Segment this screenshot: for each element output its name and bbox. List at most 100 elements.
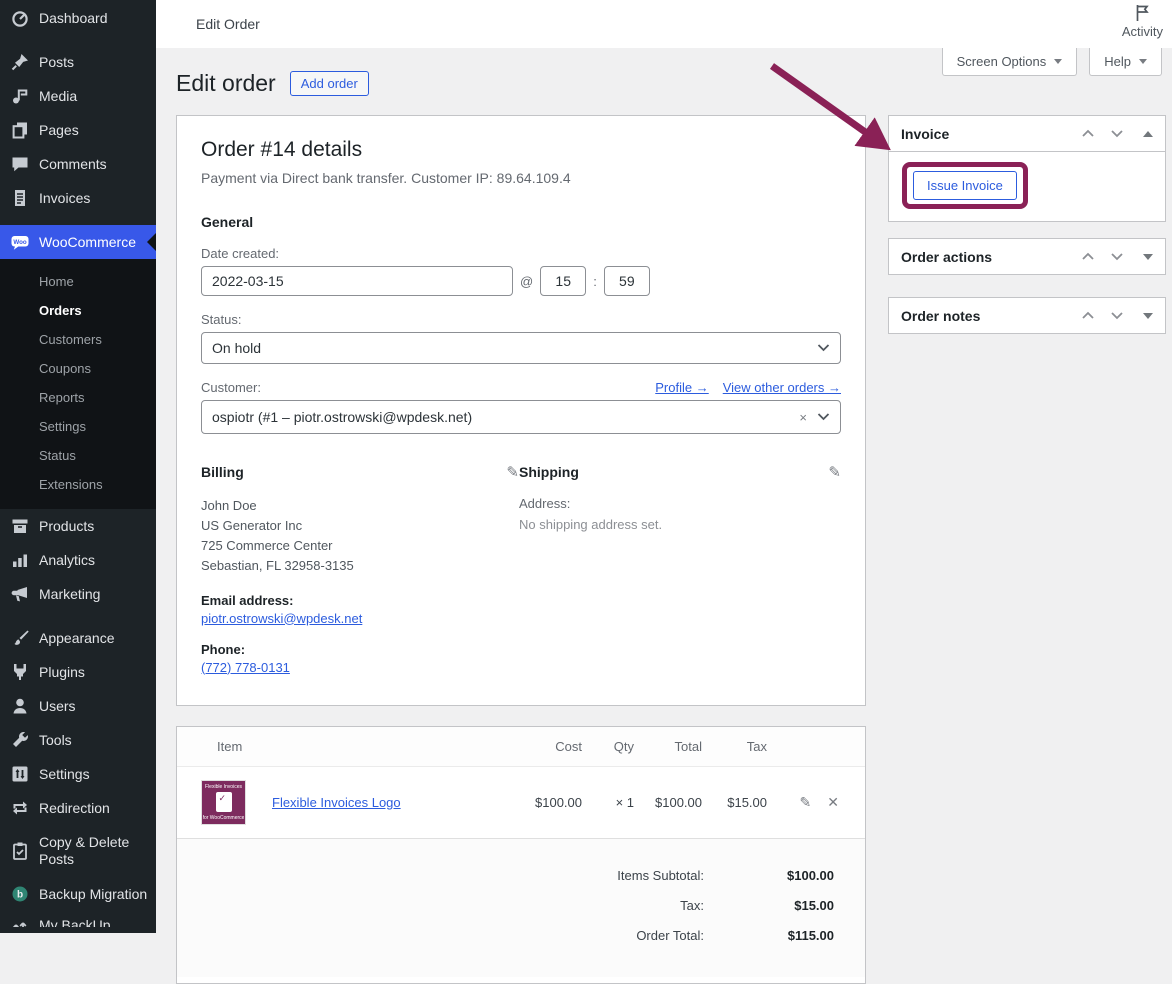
sidebar-item-woocommerce[interactable]: Woo WooCommerce [0,225,156,259]
sidebar-item-analytics[interactable]: Analytics [0,543,156,577]
screen-options-tab[interactable]: Screen Options [941,48,1078,76]
subtotal-label: Items Subtotal: [617,868,704,884]
media-icon [10,86,30,106]
sidebar-item-comments[interactable]: Comments [0,147,156,181]
sidebar-item-media[interactable]: Media [0,79,156,113]
billing-phone-link[interactable]: (772) 778-0131 [201,660,290,675]
expand-toggle-icon[interactable] [1143,253,1153,260]
clipboard-icon [10,841,30,861]
col-tax: Tax [746,738,767,754]
item-name-link[interactable]: Flexible Invoices Logo [272,795,401,810]
submenu-item-coupons[interactable]: Coupons [0,354,156,383]
sidebar-item-tools[interactable]: Tools [0,723,156,757]
clear-selection-icon[interactable]: × [799,410,807,425]
item-qty: × 1 [615,794,634,810]
megaphone-icon [10,584,30,604]
collapse-toggle-icon[interactable] [1143,130,1153,137]
sidebar-item-users[interactable]: Users [0,689,156,723]
move-up-icon[interactable] [1081,252,1095,261]
customer-label: Customer: [201,380,261,395]
submenu-item-reports[interactable]: Reports [0,383,156,412]
status-select[interactable]: On hold [201,332,841,364]
order-actions-header[interactable]: Order actions [889,239,1165,274]
sidebar-item-appearance[interactable]: Appearance [0,621,156,655]
top-bar: Edit Order Activity [156,0,1172,48]
sidebar-item-products[interactable]: Products [0,509,156,543]
product-thumbnail[interactable]: Flexible Invoices for WooCommerce [201,779,246,825]
invoice-postbox-header[interactable]: Invoice [889,116,1165,151]
col-cost: Cost [555,738,582,754]
move-up-icon[interactable] [1081,129,1095,138]
activity-label: Activity [1121,24,1163,39]
sidebar-item-dashboard[interactable]: Dashboard [0,0,156,35]
tax-label: Tax: [680,898,704,914]
user-icon [10,696,30,716]
annotation-highlight-box: Issue Invoice [902,162,1028,209]
edit-item-icon[interactable]: ✎ [800,794,812,811]
at-separator: @ [520,273,534,289]
chevron-down-icon [817,413,830,421]
col-total: Total [674,738,702,754]
billing-email-link[interactable]: piotr.ostrowski@wpdesk.net [201,611,362,626]
order-actions-postbox: Order actions [888,238,1166,275]
redirect-icon [10,798,30,818]
svg-text:Woo: Woo [13,239,27,246]
move-down-icon[interactable] [1110,129,1124,138]
submenu-item-customers[interactable]: Customers [0,325,156,354]
profile-link[interactable]: Profile → [655,380,708,395]
sidebar-item-posts[interactable]: Posts [0,45,156,79]
view-other-orders-link[interactable]: View other orders → [723,380,841,395]
billing-name: John Doe [201,498,257,513]
help-tab[interactable]: Help [1089,48,1162,76]
chevron-down-icon [817,344,830,352]
general-heading: General [201,214,254,230]
comment-icon [10,154,30,174]
phone-label: Phone: [201,641,246,657]
hour-input[interactable] [540,266,587,296]
sidebar-item-plugins[interactable]: Plugins [0,655,156,689]
submenu-item-orders[interactable]: Orders [0,296,156,325]
page-breadcrumb: Edit Order [196,16,260,32]
sidebar-item-clipped[interactable]: My BackUp [0,911,156,927]
order-items-panel: Item Cost Qty Total Tax Flexible Invoice… [176,725,866,984]
edit-billing-icon[interactable]: ✎ [506,465,519,480]
order-notes-header[interactable]: Order notes [889,298,1165,333]
sidebar-item-pages[interactable]: Pages [0,113,156,147]
wrench-icon [10,730,30,750]
expand-toggle-icon[interactable] [1143,312,1153,319]
svg-text:b: b [17,890,23,901]
add-order-button[interactable]: Add order [289,71,369,96]
sidebar-item-settings[interactable]: Settings [0,757,156,791]
move-down-icon[interactable] [1110,252,1124,261]
no-shipping-text: No shipping address set. [519,517,663,532]
sidebar-item-backup-migration[interactable]: b Backup Migration [0,877,156,911]
sidebar-item-redirection[interactable]: Redirection [0,791,156,825]
date-created-input[interactable] [201,266,513,296]
order-total-label: Order Total: [636,928,704,944]
order-details-panel: Order #14 details Payment via Direct ban… [176,115,866,706]
activity-button[interactable]: Activity [1122,3,1163,39]
billing-address1: 725 Commerce Center [201,538,333,554]
move-down-icon[interactable] [1110,311,1124,320]
minute-input[interactable] [603,266,650,296]
email-label: Email address: [201,592,294,608]
sidebar-item-copy-delete-posts[interactable]: Copy & Delete Posts [0,825,156,877]
submenu-item-settings[interactable]: Settings [0,412,156,441]
customer-select[interactable]: ospiotr (#1 – piotr.ostrowski@wpdesk.net… [201,400,841,434]
item-total: $100.00 [655,794,702,810]
sidebar-item-marketing[interactable]: Marketing [0,577,156,611]
menu-separator [0,35,156,45]
items-table-header: Item Cost Qty Total Tax [177,726,865,767]
products-icon [10,516,30,536]
edit-shipping-icon[interactable]: ✎ [828,465,841,480]
submenu-item-home[interactable]: Home [0,267,156,296]
submenu-item-status[interactable]: Status [0,441,156,470]
chevron-down-icon [1054,59,1063,64]
pages-icon [10,120,30,140]
sidebar-item-invoices[interactable]: Invoices [0,181,156,215]
tax-value: $15.00 [794,898,834,914]
issue-invoice-button[interactable]: Issue Invoice [913,171,1017,200]
submenu-item-extensions[interactable]: Extensions [0,470,156,499]
delete-item-icon[interactable]: ✕ [827,794,839,811]
move-up-icon[interactable] [1081,311,1095,320]
